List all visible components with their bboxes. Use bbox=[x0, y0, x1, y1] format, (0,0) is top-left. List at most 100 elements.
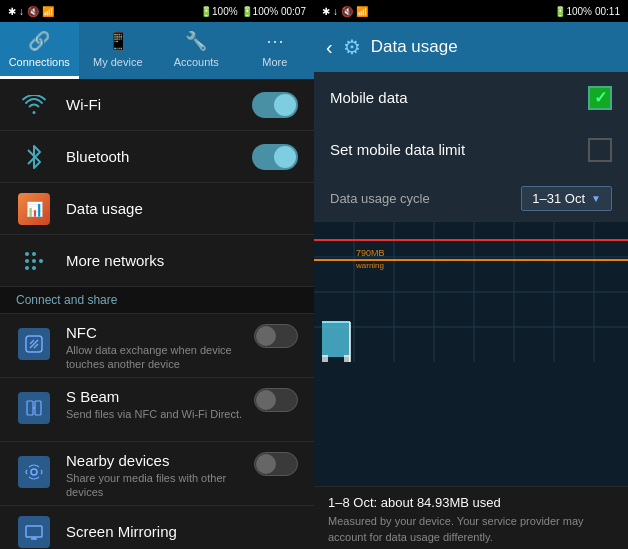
wifi-toggle[interactable] bbox=[252, 92, 298, 118]
svg-text:warning: warning bbox=[355, 261, 384, 270]
svg-rect-30 bbox=[344, 355, 350, 362]
bluetooth-icon bbox=[16, 139, 52, 175]
chart-area: 790MB warning bbox=[314, 222, 628, 486]
svg-point-2 bbox=[39, 259, 43, 263]
datausage-icon: 📊 bbox=[16, 191, 52, 227]
morenetworks-label: More networks bbox=[66, 252, 298, 269]
set-limit-label: Set mobile data limit bbox=[330, 141, 588, 158]
svg-rect-9 bbox=[35, 401, 41, 415]
nfc-icon bbox=[16, 326, 52, 362]
time-left: 🔋100% 00:07 bbox=[241, 6, 306, 17]
chart-info-main: 1–8 Oct: about 84.93MB used bbox=[328, 495, 614, 510]
right-status-left: 🔋100% 🔋100% 00:07 bbox=[200, 6, 306, 17]
menu-item-sbeam[interactable]: S Beam Send files via NFC and Wi-Fi Dire… bbox=[0, 378, 314, 442]
nearby-icon bbox=[16, 454, 52, 490]
wifi-icon bbox=[16, 87, 52, 123]
download-icon: ↓ bbox=[19, 6, 24, 17]
menu-item-screenmirroring[interactable]: Screen Mirroring bbox=[0, 506, 314, 549]
right-status-icons-right: 🔋100% 00:11 bbox=[554, 6, 620, 17]
screenmirroring-label: Screen Mirroring bbox=[66, 523, 298, 540]
data-chart: 790MB warning bbox=[314, 222, 628, 362]
set-limit-row[interactable]: Set mobile data limit bbox=[314, 124, 628, 176]
left-status-icons: ✱ ↓ 🔇 📶 bbox=[8, 6, 54, 17]
screenmirroring-icon bbox=[16, 514, 52, 550]
mute-right-icon: 🔇 bbox=[341, 6, 353, 17]
set-limit-checkbox[interactable] bbox=[588, 138, 612, 162]
cycle-value: 1–31 Oct bbox=[532, 191, 585, 206]
connections-icon: 🔗 bbox=[28, 30, 50, 52]
status-bar-left: ✱ ↓ 🔇 📶 🔋100% 🔋100% 00:07 bbox=[0, 0, 314, 22]
morenetworks-icon bbox=[16, 243, 52, 279]
svg-text:790MB: 790MB bbox=[356, 248, 385, 258]
checkmark-icon: ✓ bbox=[594, 88, 607, 107]
bluetooth-status-icon: ✱ bbox=[8, 6, 16, 17]
chart-info-sub: Measured by your device. Your service pr… bbox=[328, 514, 614, 545]
nearby-title: Nearby devices bbox=[66, 452, 254, 469]
svg-point-6 bbox=[32, 266, 36, 270]
tab-bar: 🔗 Connections 📱 My device 🔧 Accounts ⋯ M… bbox=[0, 22, 314, 79]
bluetooth-toggle[interactable] bbox=[252, 144, 298, 170]
signal-right-icon: 📶 bbox=[356, 6, 368, 17]
menu-item-bluetooth[interactable]: Bluetooth bbox=[0, 131, 314, 183]
wifi-label: Wi-Fi bbox=[66, 96, 252, 113]
tab-connections[interactable]: 🔗 Connections bbox=[0, 22, 79, 79]
svg-point-3 bbox=[25, 252, 29, 256]
nfc-title: NFC bbox=[66, 324, 254, 341]
svg-point-4 bbox=[32, 252, 36, 256]
mydevice-icon: 📱 bbox=[107, 30, 129, 52]
menu-list: Wi-Fi Bluetooth 📊 Data usage bbox=[0, 79, 314, 549]
mobile-data-row[interactable]: Mobile data ✓ bbox=[314, 72, 628, 124]
tab-accounts-label: Accounts bbox=[174, 56, 219, 68]
menu-item-datausage[interactable]: 📊 Data usage bbox=[0, 183, 314, 235]
datausage-label: Data usage bbox=[66, 200, 298, 217]
bluetooth-label: Bluetooth bbox=[66, 148, 252, 165]
sbeam-icon bbox=[16, 390, 52, 426]
mobile-data-checkbox[interactable]: ✓ bbox=[588, 86, 612, 110]
tab-connections-label: Connections bbox=[9, 56, 70, 68]
tab-mydevice[interactable]: 📱 My device bbox=[79, 22, 158, 79]
page-title: Data usage bbox=[371, 37, 458, 57]
nearby-toggle[interactable] bbox=[254, 452, 298, 476]
svg-rect-28 bbox=[322, 321, 350, 323]
dl-right-icon: ↓ bbox=[333, 6, 338, 17]
right-status-icons-left: ✱ ↓ 🔇 📶 bbox=[322, 6, 368, 17]
chevron-down-icon: ▼ bbox=[591, 193, 601, 204]
time-right: 00:11 bbox=[595, 6, 620, 17]
chart-info: 1–8 Oct: about 84.93MB used Measured by … bbox=[314, 486, 628, 549]
right-panel: ✱ ↓ 🔇 📶 🔋100% 00:11 ‹ ⚙ Data usage Mobil… bbox=[314, 0, 628, 549]
status-bar-right: ✱ ↓ 🔇 📶 🔋100% 00:11 bbox=[314, 0, 628, 22]
nfc-sub: Allow data exchange when device touches … bbox=[66, 343, 254, 372]
nearby-sub: Share your media files with other device… bbox=[66, 471, 254, 500]
cycle-value-dropdown[interactable]: 1–31 Oct ▼ bbox=[521, 186, 612, 211]
tab-more[interactable]: ⋯ More bbox=[236, 22, 315, 79]
tab-mydevice-label: My device bbox=[93, 56, 143, 68]
svg-point-5 bbox=[25, 266, 29, 270]
menu-item-wifi[interactable]: Wi-Fi bbox=[0, 79, 314, 131]
battery-icon-left: 🔋100% bbox=[200, 6, 238, 17]
menu-item-morenetworks[interactable]: More networks bbox=[0, 235, 314, 287]
data-cycle-row[interactable]: Data usage cycle 1–31 Oct ▼ bbox=[314, 176, 628, 222]
svg-point-10 bbox=[31, 469, 37, 475]
menu-item-nfc[interactable]: NFC Allow data exchange when device touc… bbox=[0, 314, 314, 378]
svg-point-0 bbox=[25, 259, 29, 263]
nfc-content: NFC Allow data exchange when device touc… bbox=[66, 324, 254, 372]
sbeam-toggle[interactable] bbox=[254, 388, 298, 412]
nearby-content: Nearby devices Share your media files wi… bbox=[66, 452, 254, 500]
datausage-icon-box: 📊 bbox=[18, 193, 50, 225]
left-panel: ✱ ↓ 🔇 📶 🔋100% 🔋100% 00:07 🔗 Connections … bbox=[0, 0, 314, 549]
nfc-toggle[interactable] bbox=[254, 324, 298, 348]
data-usage-header-icon: ⚙ bbox=[343, 35, 361, 59]
svg-rect-11 bbox=[26, 526, 42, 537]
tab-accounts[interactable]: 🔧 Accounts bbox=[157, 22, 236, 79]
page-header: ‹ ⚙ Data usage bbox=[314, 22, 628, 72]
svg-rect-29 bbox=[322, 355, 328, 362]
svg-point-1 bbox=[32, 259, 36, 263]
accounts-icon: 🔧 bbox=[185, 30, 207, 52]
svg-rect-27 bbox=[322, 322, 350, 357]
cycle-label: Data usage cycle bbox=[330, 191, 521, 206]
menu-item-nearby[interactable]: Nearby devices Share your media files wi… bbox=[0, 442, 314, 506]
sbeam-title: S Beam bbox=[66, 388, 254, 405]
more-icon: ⋯ bbox=[266, 30, 284, 52]
bt-right-icon: ✱ bbox=[322, 6, 330, 17]
back-button[interactable]: ‹ bbox=[326, 36, 333, 59]
